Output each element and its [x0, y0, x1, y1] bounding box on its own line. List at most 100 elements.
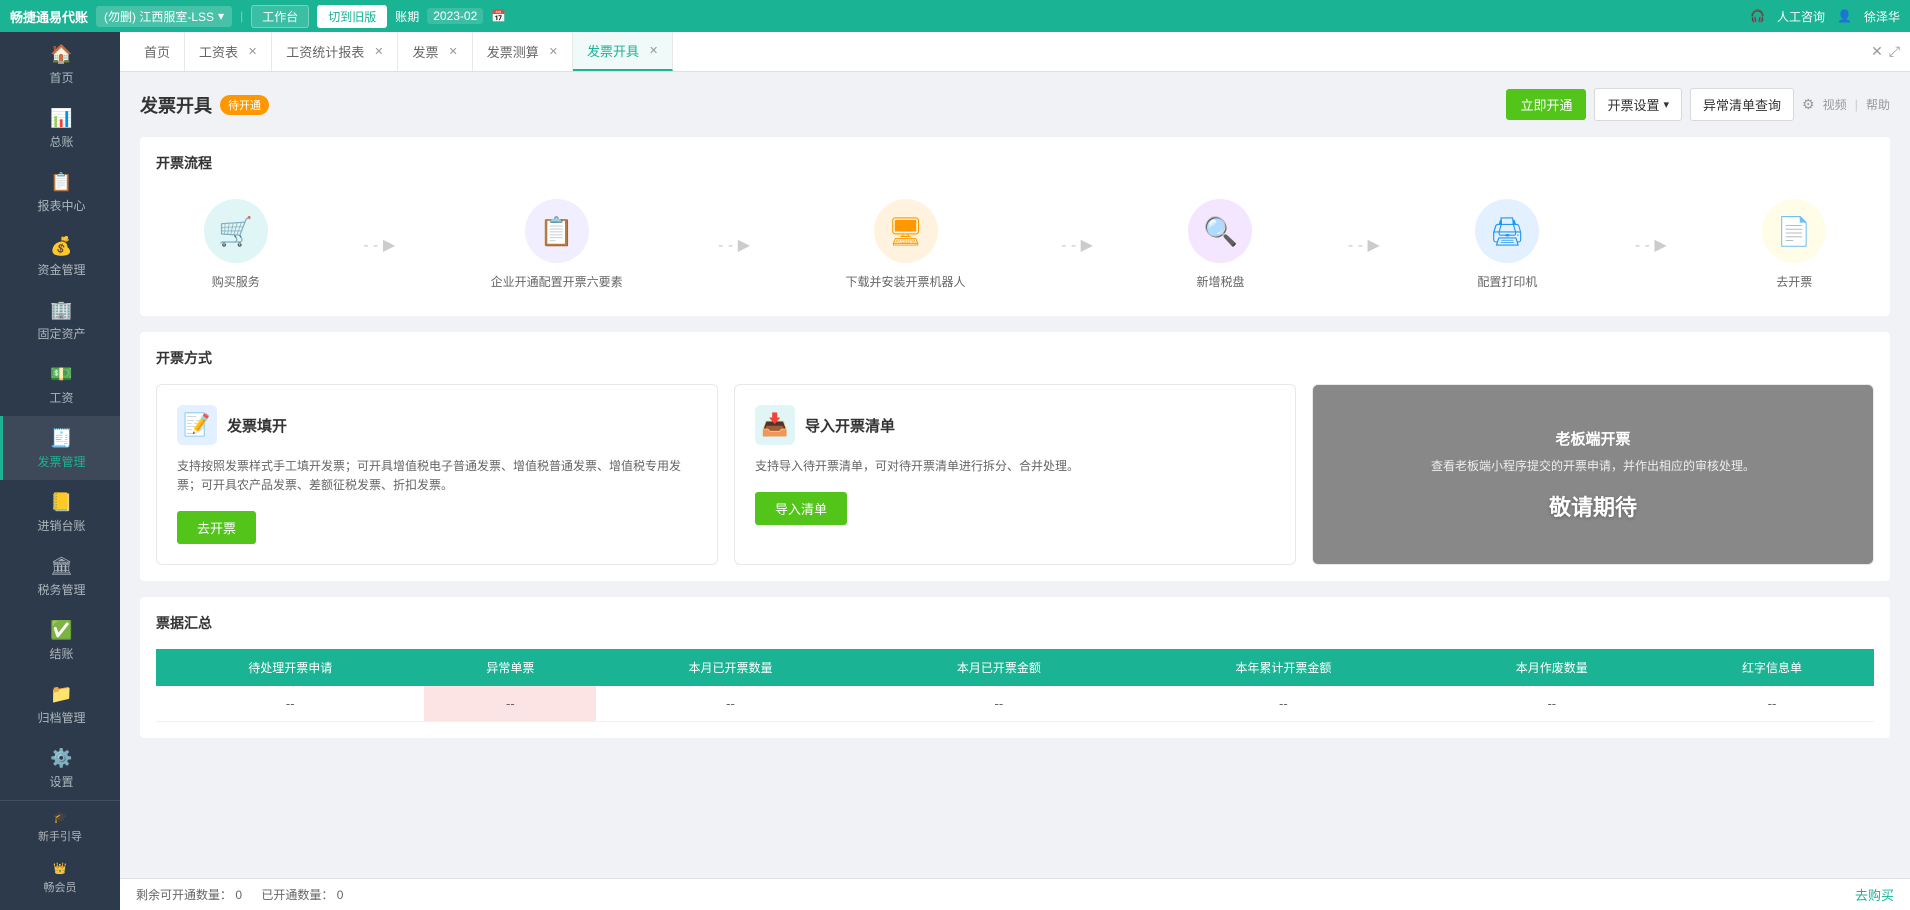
sidebar-item-reports[interactable]: 📋 报表中心 [0, 160, 120, 224]
user-avatar-icon: 👤 [1837, 9, 1852, 23]
flow-step-2-label: 企业开通配置开票六要素 [491, 273, 623, 290]
tab-invoice-calc[interactable]: 发票测算 ✕ [473, 32, 573, 71]
flow-step-6-label: 去开票 [1776, 273, 1812, 290]
tab-invoice-issue-close[interactable]: ✕ [649, 44, 658, 57]
page-title-row: 发票开具 待开通 [140, 92, 269, 118]
flow-step-4: 🔍 新增税盘 [1188, 199, 1252, 290]
download-robot-icon[interactable]: 🖥 [874, 199, 938, 263]
configure-icon[interactable]: 📋 [525, 199, 589, 263]
import-list-button[interactable]: 导入清单 [755, 492, 847, 525]
tab-salary-report-label: 工资统计报表 [286, 42, 364, 61]
opened-value: 0 [337, 888, 344, 902]
stats-col-month-void: 本月作废数量 [1434, 649, 1670, 686]
tab-close-all-icon[interactable]: ✕ [1871, 43, 1883, 60]
buy-service-icon[interactable]: 🛒 [204, 199, 268, 263]
method-card-fill-title: 发票填开 [227, 415, 287, 436]
go-invoice-button[interactable]: 去开票 [177, 511, 256, 544]
top-bar-left: 畅捷通易代账 (勿删) 江西服室-LSS ▾ | 工作台 切到旧版 账期 202… [10, 5, 506, 28]
opened-label: 已开通数量： [261, 888, 333, 902]
flow-step-5-label: 配置打印机 [1477, 273, 1537, 290]
stats-cell-month-count: -- [596, 686, 864, 722]
tab-salary-table[interactable]: 工资表 ✕ [185, 32, 272, 71]
tab-invoice-close[interactable]: ✕ [449, 45, 458, 58]
tab-salary-report[interactable]: 工资统计报表 ✕ [272, 32, 398, 71]
go-invoice-icon[interactable]: 📄 [1762, 199, 1826, 263]
sidebar-item-settings[interactable]: ⚙️ 设置 [0, 736, 120, 800]
tab-salary-table-close[interactable]: ✕ [248, 45, 257, 58]
remaining-label: 剩余可开通数量： [136, 888, 232, 902]
flow-step-6: 📄 去开票 [1762, 199, 1826, 290]
sidebar-label-guide: 新手引导 [38, 828, 82, 844]
old-version-button[interactable]: 切到旧版 [317, 5, 387, 28]
sidebar-item-sales[interactable]: 📒 进销台账 [0, 480, 120, 544]
reports-icon: 📋 [50, 172, 72, 193]
tab-invoice-calc-label: 发票测算 [487, 42, 539, 61]
method-card-fill-desc: 支持按照发票样式手工填开发票；可开具增值税电子普通发票、增值税普通发票、增值税专… [177, 457, 697, 495]
stats-cell-pending: -- [156, 686, 424, 722]
stats-col-month-count: 本月已开票数量 [596, 649, 864, 686]
stats-section-title: 票据汇总 [156, 613, 1874, 633]
sidebar: 🏠 首页 📊 总账 📋 报表中心 💰 资金管理 🏢 固定资产 💵 工资 🧾 发票… [0, 32, 120, 910]
user-name[interactable]: 徐泽华 [1864, 8, 1900, 25]
remaining-value: 0 [235, 888, 242, 902]
tab-invoice-calc-close[interactable]: ✕ [549, 45, 558, 58]
sidebar-item-guide[interactable]: 🎓 新手引导 [0, 801, 120, 852]
settle-icon: ✅ [50, 620, 72, 641]
tab-invoice[interactable]: 发票 ✕ [398, 32, 472, 71]
stats-cell-red-note: -- [1670, 686, 1874, 722]
company-selector[interactable]: (勿删) 江西服室-LSS ▾ [96, 6, 232, 27]
period-value: 2023-02 [427, 8, 483, 24]
open-settings-button[interactable]: 开票设置 ▾ [1594, 88, 1682, 121]
sidebar-item-invoice[interactable]: 🧾 发票管理 [0, 416, 120, 480]
sidebar-item-pin[interactable]: 📌 取消固定 [0, 903, 120, 910]
buy-link[interactable]: 去购买 [1855, 885, 1894, 904]
flow-arrow-2: - - ▶ [718, 235, 750, 255]
page-header: 发票开具 待开通 立即开通 开票设置 ▾ 异常清单查询 ⚙ 视频 | 帮助 [140, 88, 1890, 121]
tab-bar: 首页 工资表 ✕ 工资统计报表 ✕ 发票 ✕ 发票测算 ✕ 发票开具 ✕ [120, 32, 1910, 72]
help-label[interactable]: 帮助 [1866, 96, 1890, 113]
sidebar-item-home[interactable]: 🏠 首页 [0, 32, 120, 96]
ledger-icon: 📊 [50, 108, 72, 129]
method-card-boss: 老板端开票 查看老板端小程序提交的开票申请，并作出相应的审核处理。 敬请期待 [1312, 384, 1874, 565]
add-taxdisk-icon[interactable]: 🔍 [1188, 199, 1252, 263]
help-video-label[interactable]: 视频 [1823, 96, 1847, 113]
sidebar-item-assets[interactable]: 🏢 固定资产 [0, 288, 120, 352]
invoice-icon: 🧾 [50, 428, 72, 449]
sidebar-item-vip[interactable]: 👑 畅会员 [0, 852, 120, 903]
tab-invoice-issue[interactable]: 发票开具 ✕ [573, 32, 673, 71]
sidebar-label-settle: 结账 [49, 645, 73, 662]
sales-icon: 📒 [50, 492, 72, 513]
bottom-bar: 剩余可开通数量： 0 已开通数量： 0 去购买 [120, 878, 1910, 910]
abnormal-query-button[interactable]: 异常清单查询 [1690, 88, 1794, 121]
stats-cell-month-void: -- [1434, 686, 1670, 722]
bottom-info: 剩余可开通数量： 0 已开通数量： 0 [136, 886, 343, 903]
sidebar-label-archive: 归档管理 [37, 709, 85, 726]
tab-expand-icon[interactable]: ⤢ [1889, 43, 1900, 60]
flow-step-1: 🛒 购买服务 [204, 199, 268, 290]
sidebar-label-home: 首页 [49, 69, 73, 86]
guide-icon: 🎓 [53, 811, 67, 824]
boss-card-desc: 查看老板端小程序提交的开票申请，并作出相应的审核处理。 [1431, 457, 1755, 474]
open-now-button[interactable]: 立即开通 [1506, 89, 1586, 120]
main-layout: 🏠 首页 📊 总账 📋 报表中心 💰 资金管理 🏢 固定资产 💵 工资 🧾 发票… [0, 32, 1910, 910]
calendar-icon[interactable]: 📅 [491, 9, 506, 23]
sidebar-item-archive[interactable]: 📁 归档管理 [0, 672, 120, 736]
config-printer-icon[interactable]: 🖨 [1475, 199, 1539, 263]
service-button[interactable]: 人工咨询 [1777, 8, 1825, 25]
help-divider: | [1855, 97, 1858, 112]
status-badge: 待开通 [220, 95, 269, 115]
assets-icon: 🏢 [50, 300, 72, 321]
sidebar-item-settle[interactable]: ✅ 结账 [0, 608, 120, 672]
sidebar-item-funds[interactable]: 💰 资金管理 [0, 224, 120, 288]
sidebar-item-salary[interactable]: 💵 工资 [0, 352, 120, 416]
page-content: 发票开具 待开通 立即开通 开票设置 ▾ 异常清单查询 ⚙ 视频 | 帮助 [120, 72, 1910, 878]
tab-salary-report-close[interactable]: ✕ [374, 45, 383, 58]
flow-step-5: 🖨 配置打印机 [1475, 199, 1539, 290]
tab-home[interactable]: 首页 [130, 32, 185, 71]
sidebar-item-ledger[interactable]: 📊 总账 [0, 96, 120, 160]
sidebar-item-tax[interactable]: 🏛 税务管理 [0, 544, 120, 608]
sidebar-label-vip: 畅会员 [44, 879, 77, 895]
workspace-button[interactable]: 工作台 [251, 5, 309, 28]
method-card-import-desc: 支持导入待开票清单，可对待开票清单进行拆分、合并处理。 [755, 457, 1275, 476]
flow-step-4-label: 新增税盘 [1196, 273, 1244, 290]
